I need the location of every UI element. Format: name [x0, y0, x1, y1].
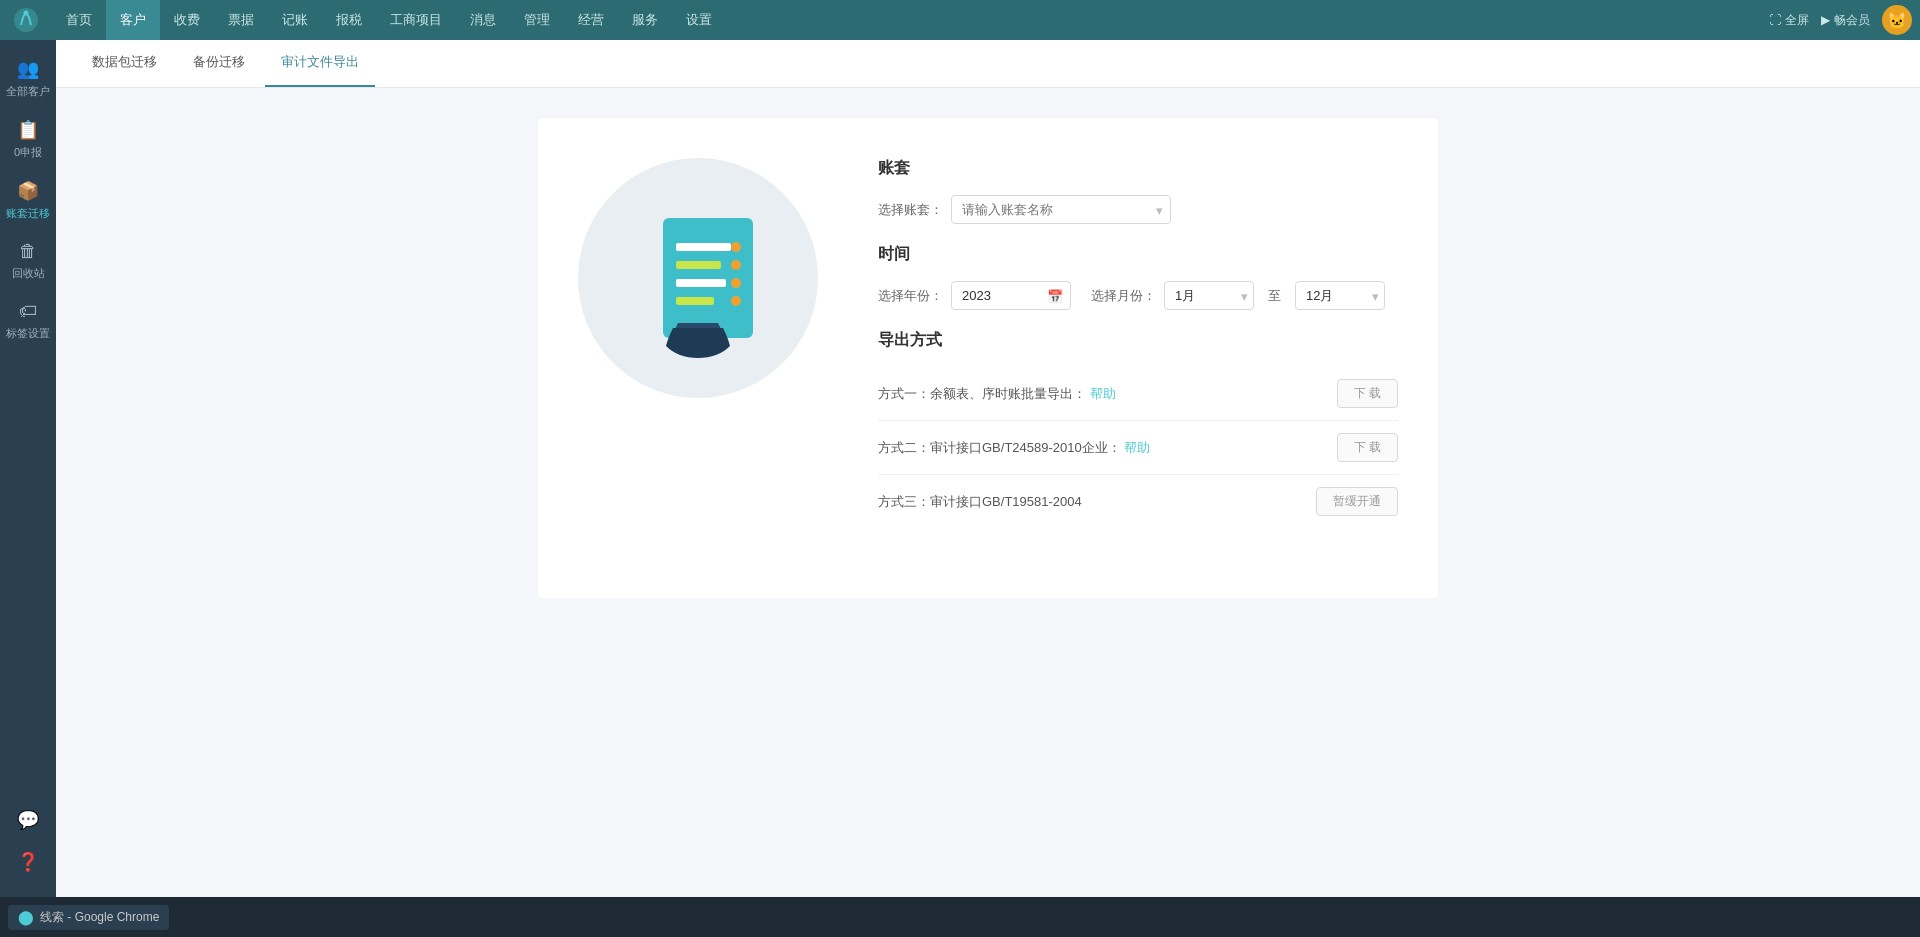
nav-items: 首页 客户 收费 票据 记账 报税 工商项目 消息 管理 经营 服务 设置 — [52, 0, 1769, 40]
taskbar: ⬤ 线索 - Google Chrome — [0, 897, 1920, 937]
illustration-circle — [578, 158, 818, 398]
nav-bookkeeping[interactable]: 记账 — [268, 0, 322, 40]
illustration-svg — [618, 188, 778, 368]
svg-point-1 — [24, 11, 29, 16]
method2-help-link[interactable]: 帮助 — [1124, 440, 1150, 455]
year-input[interactable] — [951, 281, 1071, 310]
account-row: 选择账套： ▾ — [878, 195, 1398, 224]
declare-icon: 📋 — [17, 119, 39, 141]
illustration-wrap — [578, 158, 818, 398]
tab-data-migration[interactable]: 数据包迁移 — [76, 40, 173, 87]
method1-download-button[interactable]: 下 载 — [1337, 379, 1398, 408]
month-start-wrap: 1月2月3月4月 5月6月7月8月 9月10月11月12月 ▾ — [1164, 281, 1254, 310]
svg-rect-2 — [663, 218, 753, 338]
nav-service[interactable]: 服务 — [618, 0, 672, 40]
sidebar-item-tag-settings[interactable]: 🏷 标签设置 — [0, 291, 56, 351]
fullscreen-button[interactable]: ⛶ 全屏 — [1769, 12, 1809, 29]
svg-point-8 — [731, 260, 741, 270]
main-layout: 👥 全部客户 📋 0申报 📦 账套迁移 🗑 回收站 🏷 标签设置 💬 ❓ — [0, 40, 1920, 897]
sidebar-item-zero-declare[interactable]: 📋 0申报 — [0, 109, 56, 170]
time-row: 选择年份： 📅 选择月份： 1月2月3月4月 5月6月7月8月 9月10月11月… — [878, 281, 1398, 310]
customers-icon: 👥 — [17, 58, 39, 80]
export-container: 账套 选择账套： ▾ 时间 选择年份： — [538, 118, 1438, 598]
svg-rect-6 — [676, 297, 714, 305]
method3-activate-button[interactable]: 暂缓开通 — [1316, 487, 1398, 516]
page-content: 账套 选择账套： ▾ 时间 选择年份： — [56, 88, 1920, 897]
chat-button[interactable]: 💬 — [0, 801, 56, 839]
svg-rect-3 — [676, 243, 731, 251]
account-select-wrap: ▾ — [951, 195, 1171, 224]
time-section-title: 时间 — [878, 244, 1398, 265]
nav-business[interactable]: 工商项目 — [376, 0, 456, 40]
year-input-wrap: 📅 — [951, 281, 1071, 310]
nav-operation[interactable]: 经营 — [564, 0, 618, 40]
svg-rect-4 — [676, 261, 721, 269]
svg-point-10 — [731, 296, 741, 306]
nav-tax[interactable]: 报税 — [322, 0, 376, 40]
help-icon: ❓ — [17, 851, 39, 873]
month-label: 选择月份： — [1091, 287, 1156, 305]
migration-icon: 📦 — [17, 180, 39, 202]
method2-row: 方式二：审计接口GB/T24589-2010企业： 帮助 下 载 — [878, 421, 1398, 475]
nav-invoice[interactable]: 票据 — [214, 0, 268, 40]
nav-message[interactable]: 消息 — [456, 0, 510, 40]
play-icon: ▶ — [1821, 13, 1830, 27]
nav-settings[interactable]: 设置 — [672, 0, 726, 40]
member-button[interactable]: ▶ 畅会员 — [1821, 12, 1870, 29]
avatar[interactable]: 🐱 — [1882, 5, 1912, 35]
month-start-select[interactable]: 1月2月3月4月 5月6月7月8月 9月10月11月12月 — [1164, 281, 1254, 310]
svg-rect-5 — [676, 279, 726, 287]
app-logo — [8, 2, 44, 38]
year-label: 选择年份： — [878, 287, 943, 305]
method2-label: 方式二：审计接口GB/T24589-2010企业： 帮助 — [878, 439, 1325, 457]
top-nav-right: ⛶ 全屏 ▶ 畅会员 🐱 — [1769, 5, 1912, 35]
chrome-icon: ⬤ — [18, 909, 34, 925]
account-input[interactable] — [951, 195, 1171, 224]
method1-row: 方式一：余额表、序时账批量导出： 帮助 下 载 — [878, 367, 1398, 421]
month-end-wrap: 1月2月3月4月 5月6月7月8月 9月10月11月12月 ▾ — [1295, 281, 1385, 310]
sidebar-bottom: 💬 ❓ — [0, 801, 56, 897]
help-button[interactable]: ❓ — [0, 843, 56, 881]
sidebar-item-recycle[interactable]: 🗑 回收站 — [0, 231, 56, 291]
tab-backup-migration[interactable]: 备份迁移 — [177, 40, 261, 87]
method1-label: 方式一：余额表、序时账批量导出： 帮助 — [878, 385, 1325, 403]
to-label: 至 — [1268, 287, 1281, 305]
method1-help-link[interactable]: 帮助 — [1090, 386, 1116, 401]
nav-customer[interactable]: 客户 — [106, 0, 160, 40]
fullscreen-icon: ⛶ — [1769, 13, 1781, 27]
form-side: 账套 选择账套： ▾ 时间 选择年份： — [878, 158, 1398, 528]
nav-fees[interactable]: 收费 — [160, 0, 214, 40]
account-label: 选择账套： — [878, 201, 943, 219]
method2-download-button[interactable]: 下 载 — [1337, 433, 1398, 462]
account-section-title: 账套 — [878, 158, 1398, 179]
sidebar-item-all-customers[interactable]: 👥 全部客户 — [0, 48, 56, 109]
content-area: 数据包迁移 备份迁移 审计文件导出 — [56, 40, 1920, 897]
sidebar-item-account-migration[interactable]: 📦 账套迁移 — [0, 170, 56, 231]
taskbar-chrome-item[interactable]: ⬤ 线索 - Google Chrome — [8, 905, 169, 930]
export-section-title: 导出方式 — [878, 330, 1398, 351]
tab-audit-export[interactable]: 审计文件导出 — [265, 40, 375, 87]
svg-point-7 — [731, 242, 741, 252]
nav-home[interactable]: 首页 — [52, 0, 106, 40]
svg-point-9 — [731, 278, 741, 288]
tab-bar: 数据包迁移 备份迁移 审计文件导出 — [56, 40, 1920, 88]
chat-icon: 💬 — [17, 809, 39, 831]
month-end-select[interactable]: 1月2月3月4月 5月6月7月8月 9月10月11月12月 — [1295, 281, 1385, 310]
nav-manage[interactable]: 管理 — [510, 0, 564, 40]
left-sidebar: 👥 全部客户 📋 0申报 📦 账套迁移 🗑 回收站 🏷 标签设置 💬 ❓ — [0, 40, 56, 897]
method3-label: 方式三：审计接口GB/T19581-2004 — [878, 493, 1304, 511]
method3-row: 方式三：审计接口GB/T19581-2004 暂缓开通 — [878, 475, 1398, 528]
recycle-icon: 🗑 — [19, 241, 37, 262]
tag-icon: 🏷 — [19, 301, 37, 322]
top-navigation: 首页 客户 收费 票据 记账 报税 工商项目 消息 管理 经营 服务 设置 ⛶ … — [0, 0, 1920, 40]
